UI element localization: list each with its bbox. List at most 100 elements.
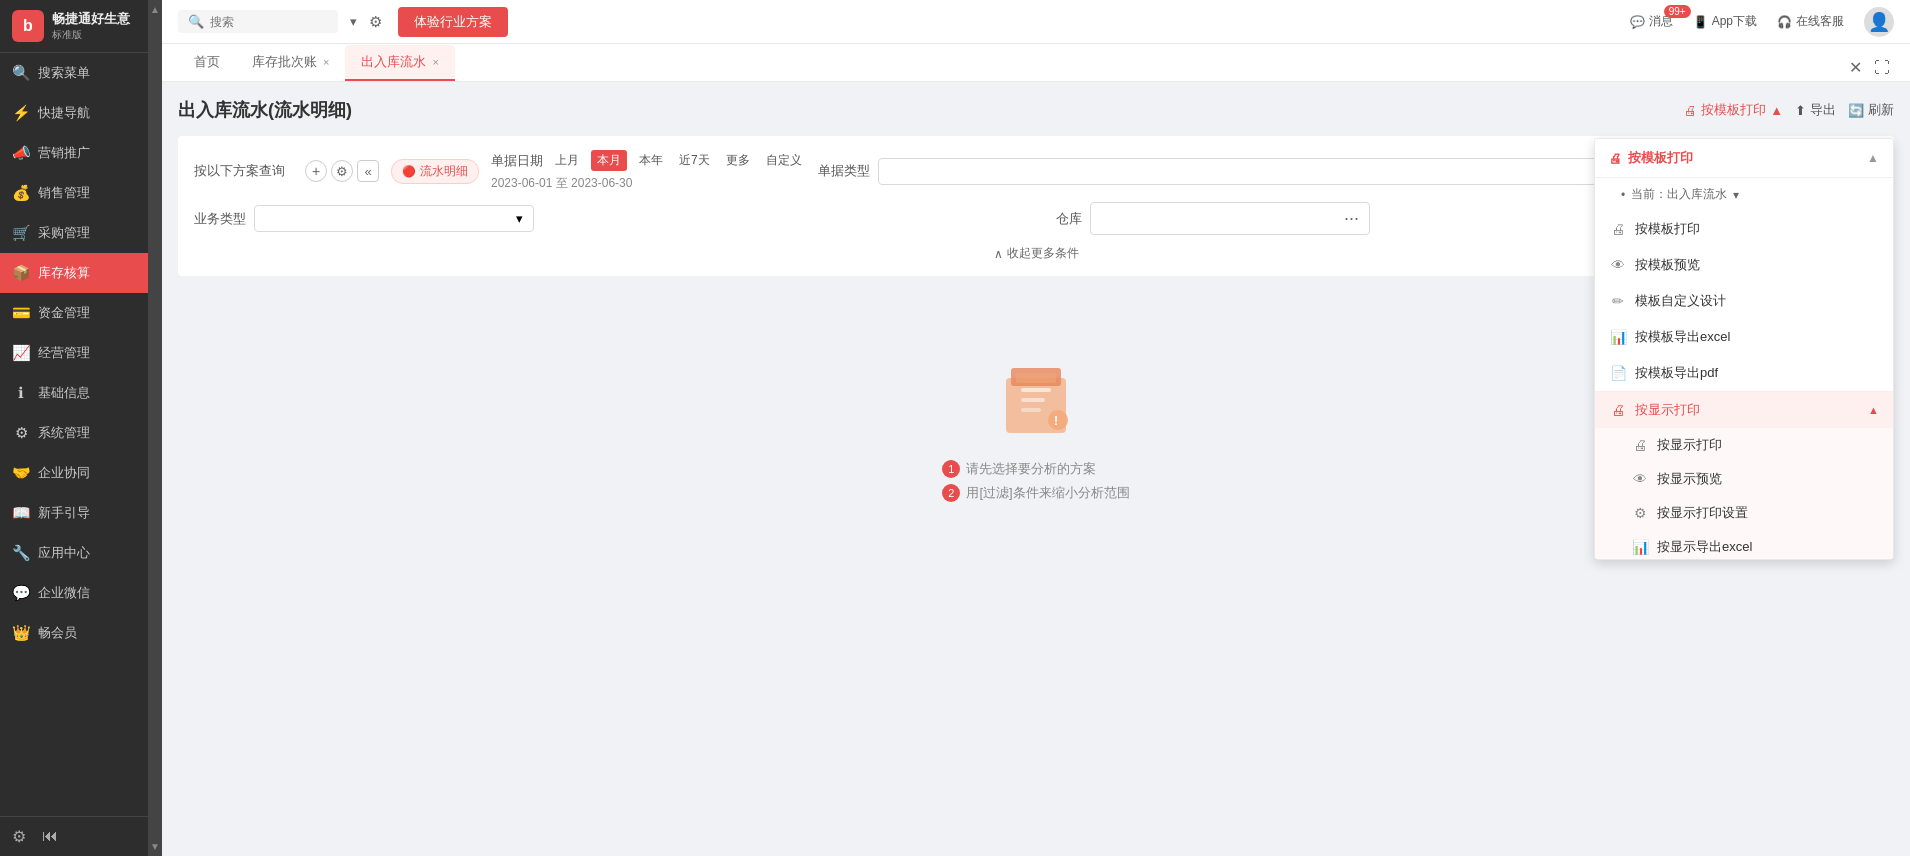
date-tab-this-year[interactable]: 本年 [635, 150, 667, 171]
warehouse-select[interactable]: ··· [1090, 202, 1370, 235]
dropdown-item-top-2[interactable]: ✏模板自定义设计 [1595, 283, 1893, 319]
nav-icon-2: 📣 [12, 144, 30, 162]
sidebar-item-4[interactable]: 🛒采购管理 [0, 213, 148, 253]
sidebar-item-7[interactable]: 📈经营管理 [0, 333, 148, 373]
nav-icon-7: 📈 [12, 344, 30, 362]
dropdown-sub-item-0[interactable]: 🖨按显示打印 [1595, 428, 1893, 462]
app-download-btn[interactable]: 📱 App下载 [1693, 13, 1757, 30]
nav-label-1: 快捷导航 [38, 104, 90, 122]
dropdown-item-top-0[interactable]: 🖨按模板打印 [1595, 211, 1893, 247]
sidebar-item-12[interactable]: 🔧应用中心 [0, 533, 148, 573]
svg-rect-3 [1021, 388, 1051, 392]
sidebar-item-13[interactable]: 💬企业微信 [0, 573, 148, 613]
print-icon: 🖨 [1684, 103, 1697, 118]
sidebar-item-9[interactable]: ⚙系统管理 [0, 413, 148, 453]
date-tab-this-month[interactable]: 本月 [591, 150, 627, 171]
warehouse-more[interactable]: ··· [1344, 208, 1359, 229]
biz-type-select[interactable]: ▾ [254, 205, 534, 232]
nav-label-11: 新手引导 [38, 504, 90, 522]
sidebar-item-2[interactable]: 📣营销推广 [0, 133, 148, 173]
nav-icon-14: 👑 [12, 624, 30, 642]
dropdown-sub-item-3[interactable]: 📊按显示导出excel [1595, 530, 1893, 559]
tabs-bar: 首页 库存批次账 × 出入库流水 × ✕ ⛶ [162, 44, 1910, 82]
dropdown-top-items: 🖨按模板打印👁按模板预览✏模板自定义设计📊按模板导出excel📄按模板导出pdf [1595, 211, 1893, 391]
date-tab-more[interactable]: 更多 [722, 150, 754, 171]
tab-maximize-btn[interactable]: ⛶ [1870, 55, 1894, 81]
topbar-gear-icon[interactable]: ⚙ [369, 13, 382, 31]
scroll-up-arrow[interactable]: ▲ [150, 4, 160, 15]
settings-icon[interactable]: ⚙ [12, 827, 26, 846]
nav-label-8: 基础信息 [38, 384, 90, 402]
filter-collapse-btn[interactable]: « [357, 160, 379, 182]
topbar-search-box[interactable]: 🔍 [178, 10, 338, 33]
search-icon: 🔍 [188, 14, 204, 29]
sidebar-item-3[interactable]: 💰销售管理 [0, 173, 148, 213]
nav-label-14: 畅会员 [38, 624, 77, 642]
notice-icon: 💬 [1630, 15, 1645, 29]
item-label-top-1: 按模板预览 [1635, 256, 1700, 274]
date-tabs: 单据日期 上月 本月 本年 近7天 更多 自定义 [491, 150, 806, 171]
tab-close-stock-flow[interactable]: × [432, 56, 438, 68]
filter-tag[interactable]: 🔴 流水明细 [391, 159, 479, 184]
dropdown-item-top-3[interactable]: 📊按模板导出excel [1595, 319, 1893, 355]
date-tab-last-month[interactable]: 上月 [551, 150, 583, 171]
sidebar-item-6[interactable]: 💳资金管理 [0, 293, 148, 333]
search-input[interactable] [210, 15, 310, 29]
collapse-more-btn[interactable]: ∧ 收起更多条件 [994, 245, 1079, 262]
sidebar-item-11[interactable]: 📖 新手引导 [0, 493, 148, 533]
tab-inventory-batch[interactable]: 库存批次账 × [236, 45, 345, 81]
tab-close-inventory[interactable]: × [323, 56, 329, 68]
warehouse-label: 仓库 [1056, 210, 1082, 228]
item-label-top-3: 按模板导出excel [1635, 328, 1730, 346]
active-section-icon: 🖨 [1609, 402, 1627, 418]
refresh-btn[interactable]: 🔄 刷新 [1848, 101, 1894, 119]
item-label-top-2: 模板自定义设计 [1635, 292, 1726, 310]
filter-add-btn[interactable]: + [305, 160, 327, 182]
nav-icon-13: 💬 [12, 584, 30, 602]
item-label-top-4: 按模板导出pdf [1635, 364, 1718, 382]
tab-home[interactable]: 首页 [178, 45, 236, 81]
dropdown-chevron-up[interactable]: ▲ [1867, 151, 1879, 165]
user-avatar[interactable]: 👤 [1864, 7, 1894, 37]
sidebar-item-1[interactable]: ⚡快捷导航 [0, 93, 148, 133]
dropdown-sub-item-2[interactable]: ⚙按显示打印设置 [1595, 496, 1893, 530]
item-icon-top-0: 🖨 [1609, 221, 1627, 237]
tab-close-all-btn[interactable]: ✕ [1845, 54, 1866, 81]
filter-actions: + ⚙ « [305, 160, 379, 182]
trial-btn[interactable]: 体验行业方案 [398, 7, 508, 37]
svg-text:!: ! [1054, 414, 1058, 428]
current-dot-icon: • [1621, 188, 1625, 202]
date-filter: 单据日期 上月 本月 本年 近7天 更多 自定义 2023-06-01 至 20… [491, 150, 806, 192]
sidebar-item-0[interactable]: 🔍搜索菜单 [0, 53, 148, 93]
online-service-btn[interactable]: 🎧 在线客服 [1777, 13, 1844, 30]
tabs-right-actions: ✕ ⛶ [1845, 54, 1894, 81]
sub-item-icon-3: 📊 [1631, 539, 1649, 555]
dropdown-sub-item-1[interactable]: 👁按显示预览 [1595, 462, 1893, 496]
sub-item-icon-1: 👁 [1631, 471, 1649, 487]
sub-item-label-0: 按显示打印 [1657, 436, 1722, 454]
collapse-up-icon: ∧ [994, 247, 1003, 261]
toggle-icon[interactable]: ⏮ [42, 827, 58, 846]
filter-setting-btn[interactable]: ⚙ [331, 160, 353, 182]
search-dropdown-arrow[interactable]: ▾ [350, 14, 357, 29]
dropdown-item-top-1[interactable]: 👁按模板预览 [1595, 247, 1893, 283]
sub-item-icon-2: ⚙ [1631, 505, 1649, 521]
dropdown-active-section[interactable]: 🖨 按显示打印 ▲ [1595, 392, 1893, 428]
hint-1: 1 请先选择要分析的方案 [942, 460, 1129, 478]
svg-point-6 [1048, 410, 1068, 430]
nav-icon-11: 📖 [12, 504, 30, 522]
sidebar-item-8[interactable]: ℹ基础信息 [0, 373, 148, 413]
sidebar-item-10[interactable]: 🤝企业协同 [0, 453, 148, 493]
biz-type-label: 业务类型 [194, 210, 246, 228]
date-tab-7days[interactable]: 近7天 [675, 150, 714, 171]
sidebar-item-5[interactable]: 📦库存核算 [0, 253, 148, 293]
export-btn[interactable]: ⬆ 导出 [1795, 101, 1836, 119]
print-btn[interactable]: 🖨 按模板打印 ▲ [1684, 101, 1783, 119]
sidebar-item-14[interactable]: 👑 畅会员 [0, 613, 148, 653]
tab-stock-flow[interactable]: 出入库流水 × [345, 45, 454, 81]
dropdown-item-top-4[interactable]: 📄按模板导出pdf [1595, 355, 1893, 391]
notice-btn[interactable]: 💬 消息 99+ [1630, 13, 1673, 30]
tag-fire-icon: 🔴 [402, 165, 416, 178]
date-tab-custom[interactable]: 自定义 [762, 150, 806, 171]
scroll-down-arrow[interactable]: ▼ [150, 841, 160, 852]
